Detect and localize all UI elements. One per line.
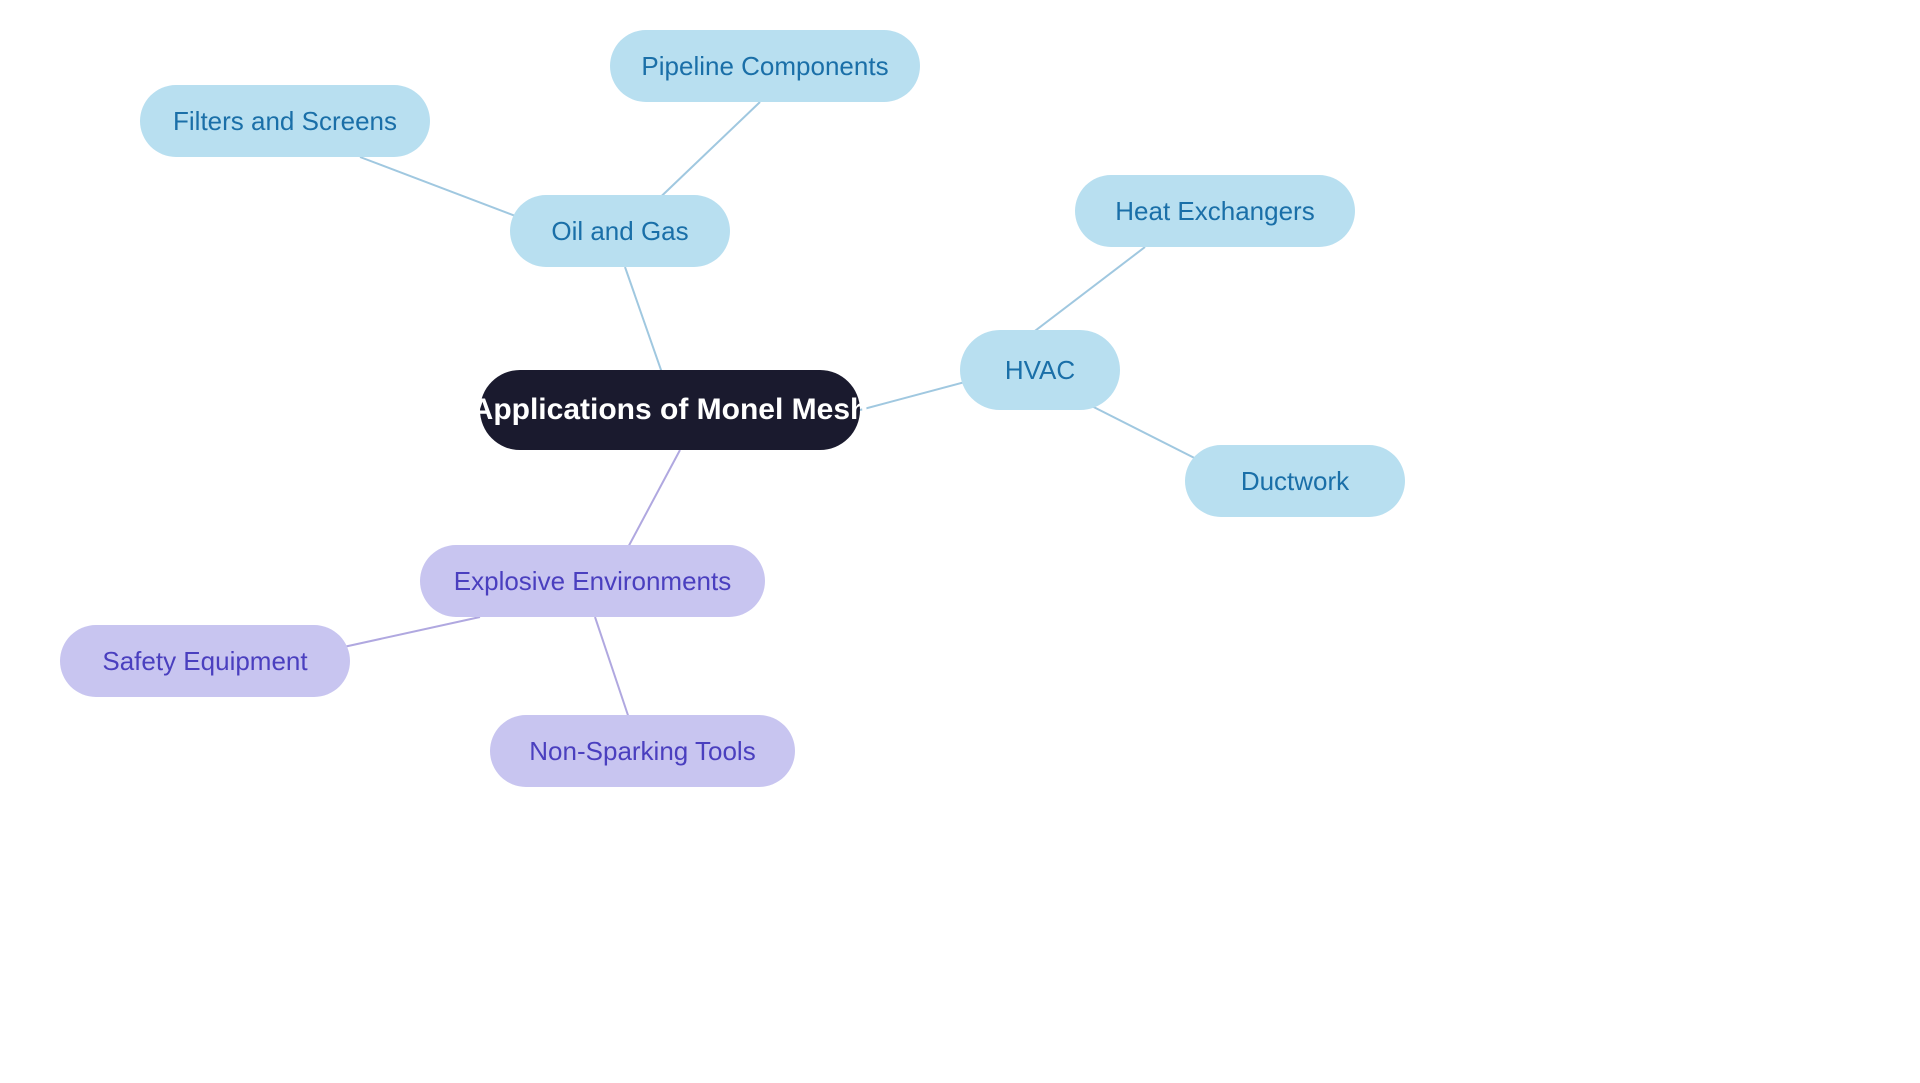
non-sparking-tools-node: Non-Sparking Tools	[490, 715, 795, 787]
filters-and-screens-node: Filters and Screens	[140, 85, 430, 157]
center-node: Applications of Monel Mesh	[480, 370, 860, 450]
safety-equipment-node: Safety Equipment	[60, 625, 350, 697]
ductwork-node: Ductwork	[1185, 445, 1405, 517]
oil-and-gas-node: Oil and Gas	[510, 195, 730, 267]
explosive-environments-node: Explosive Environments	[420, 545, 765, 617]
heat-exchangers-node: Heat Exchangers	[1075, 175, 1355, 247]
hvac-node: HVAC	[960, 330, 1120, 410]
pipeline-components-node: Pipeline Components	[610, 30, 920, 102]
